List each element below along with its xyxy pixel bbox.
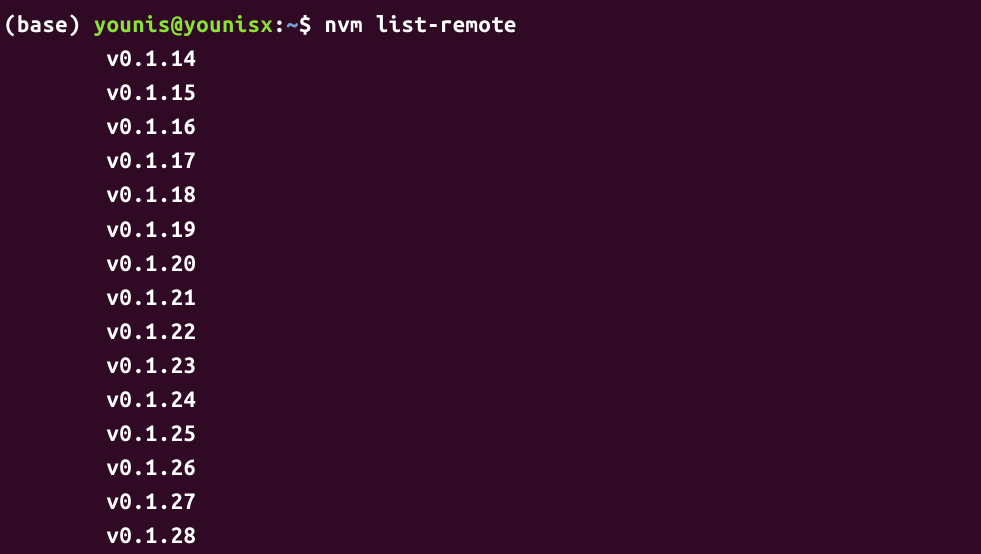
- output-version-line: v0.1.15: [4, 76, 977, 110]
- output-version-line: v0.1.20: [4, 247, 977, 281]
- env-prefix: (base): [4, 12, 94, 37]
- output-version-line: v0.1.18: [4, 178, 977, 212]
- output-version-line: v0.1.23: [4, 349, 977, 383]
- output-version-line: v0.1.14: [4, 42, 977, 76]
- output-version-line: v0.1.17: [4, 144, 977, 178]
- output-version-line: v0.1.28: [4, 519, 977, 553]
- output-version-line: v0.1.27: [4, 485, 977, 519]
- output-version-line: v0.1.26: [4, 451, 977, 485]
- prompt-colon: :: [273, 12, 286, 37]
- prompt-path: ~: [286, 12, 299, 37]
- command-text: nvm list-remote: [325, 12, 517, 37]
- output-version-line: v0.1.19: [4, 213, 977, 247]
- user-host: younis@younisx: [94, 12, 273, 37]
- terminal-prompt-line[interactable]: (base) younis@younisx:~$ nvm list-remote: [4, 8, 977, 42]
- output-version-line: v0.1.21: [4, 281, 977, 315]
- output-version-line: v0.1.25: [4, 417, 977, 451]
- prompt-dollar: $: [299, 12, 325, 37]
- output-version-line: v0.1.22: [4, 315, 977, 349]
- output-version-line: v0.1.24: [4, 383, 977, 417]
- output-version-line: v0.1.16: [4, 110, 977, 144]
